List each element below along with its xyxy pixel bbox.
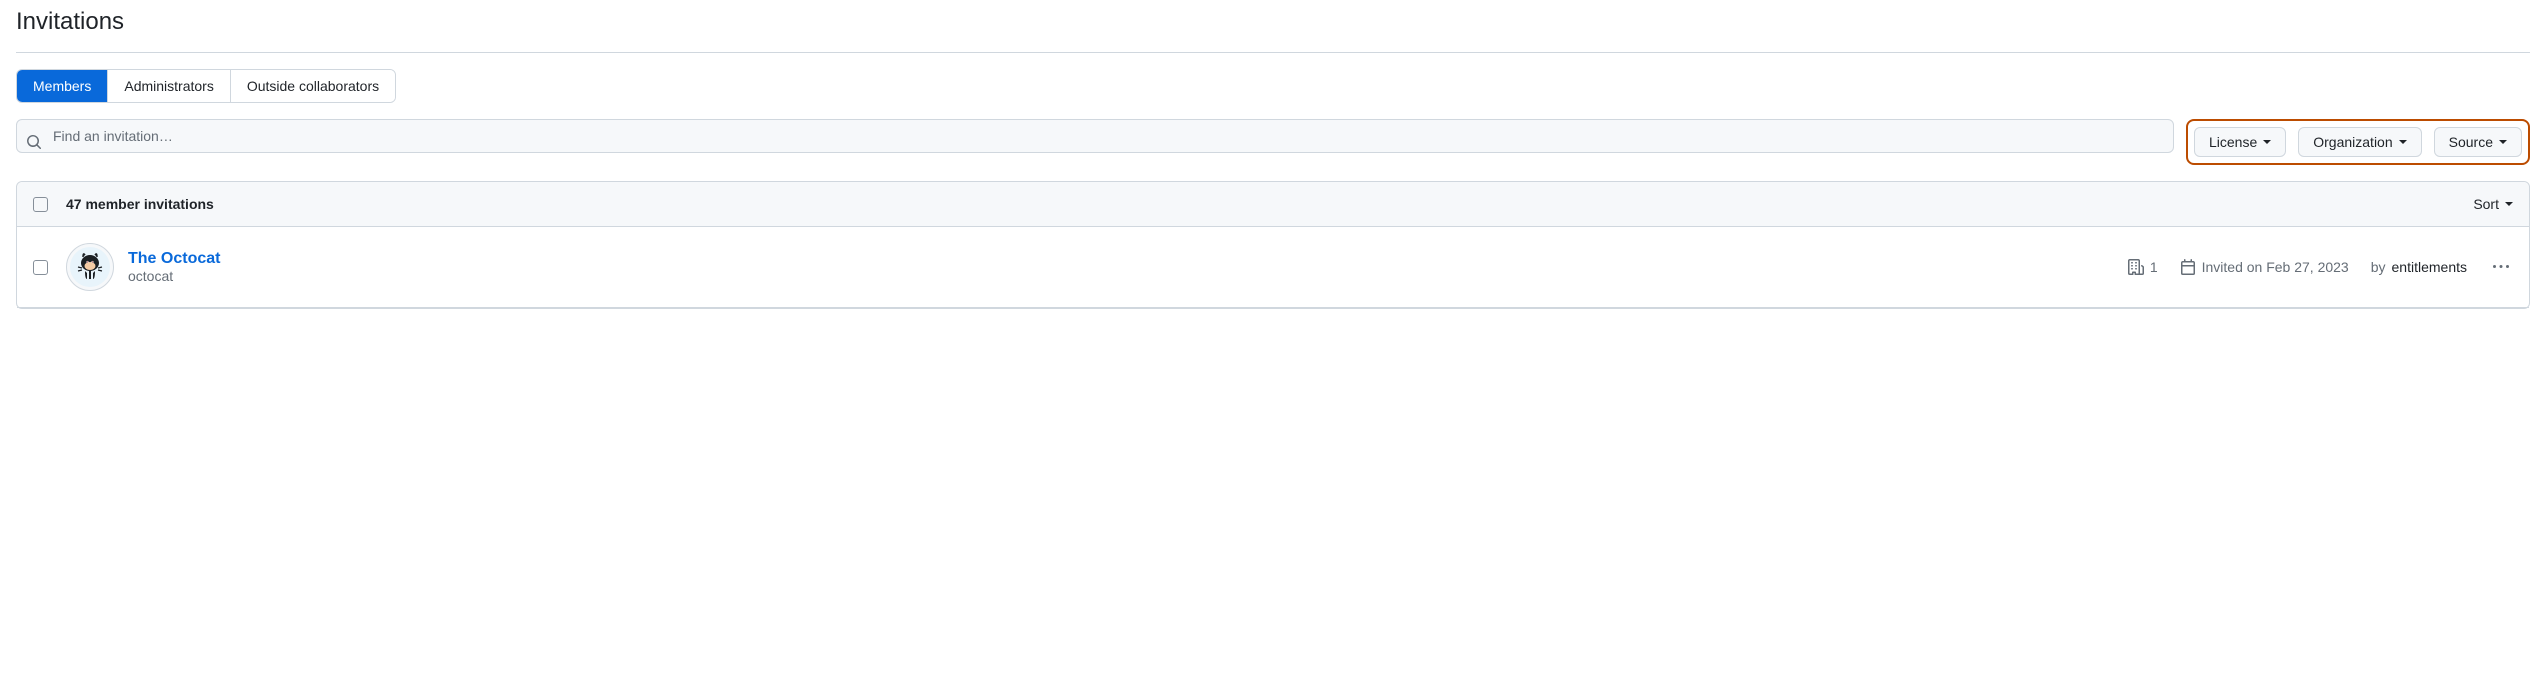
sort-button[interactable]: Sort	[2473, 196, 2513, 212]
tab-outside-collaborators[interactable]: Outside collaborators	[231, 70, 395, 102]
page-title: Invitations	[16, 0, 2530, 53]
invitations-list: 47 member invitations Sort The	[16, 181, 2530, 309]
invitation-count: 47 member invitations	[66, 196, 214, 212]
tab-members[interactable]: Members	[17, 70, 108, 102]
list-header: 47 member invitations Sort	[17, 182, 2529, 227]
user-display-name[interactable]: The Octocat	[128, 250, 220, 268]
avatar	[66, 243, 114, 291]
by-prefix: by	[2371, 259, 2386, 275]
invited-date: Invited on Feb 27, 2023	[2180, 259, 2349, 275]
sort-label: Sort	[2473, 196, 2499, 212]
filter-source[interactable]: Source	[2434, 127, 2522, 157]
user-block: The Octocat octocat	[128, 250, 220, 284]
row-meta: 1 Invited on Feb 27, 2023 by entitlement…	[2128, 255, 2513, 279]
calendar-icon	[2180, 259, 2196, 275]
invited-date-text: Invited on Feb 27, 2023	[2202, 259, 2349, 275]
filter-group-highlight: License Organization Source	[2186, 119, 2530, 165]
filter-row: License Organization Source	[16, 119, 2530, 165]
caret-down-icon	[2505, 202, 2513, 206]
caret-down-icon	[2399, 140, 2407, 144]
search-wrap	[16, 119, 2174, 165]
org-count-value: 1	[2150, 259, 2158, 275]
filter-organization[interactable]: Organization	[2298, 127, 2421, 157]
organization-icon	[2128, 259, 2144, 275]
by-source: entitlements	[2392, 259, 2467, 275]
row-checkbox[interactable]	[33, 260, 48, 275]
tab-administrators[interactable]: Administrators	[108, 70, 230, 102]
filter-organization-label: Organization	[2313, 134, 2392, 150]
user-login: octocat	[128, 268, 220, 284]
table-row: The Octocat octocat 1 Invited on Feb 27,…	[17, 227, 2529, 308]
select-all-checkbox[interactable]	[33, 197, 48, 212]
search-icon	[26, 134, 42, 150]
caret-down-icon	[2263, 140, 2271, 144]
invited-by: by entitlements	[2371, 259, 2467, 275]
caret-down-icon	[2499, 140, 2507, 144]
tab-nav: Members Administrators Outside collabora…	[16, 69, 396, 103]
filter-license-label: License	[2209, 134, 2257, 150]
filter-license[interactable]: License	[2194, 127, 2286, 157]
search-input[interactable]	[16, 119, 2174, 153]
row-actions-button[interactable]	[2489, 255, 2513, 279]
filter-source-label: Source	[2449, 134, 2493, 150]
org-count: 1	[2128, 259, 2158, 275]
